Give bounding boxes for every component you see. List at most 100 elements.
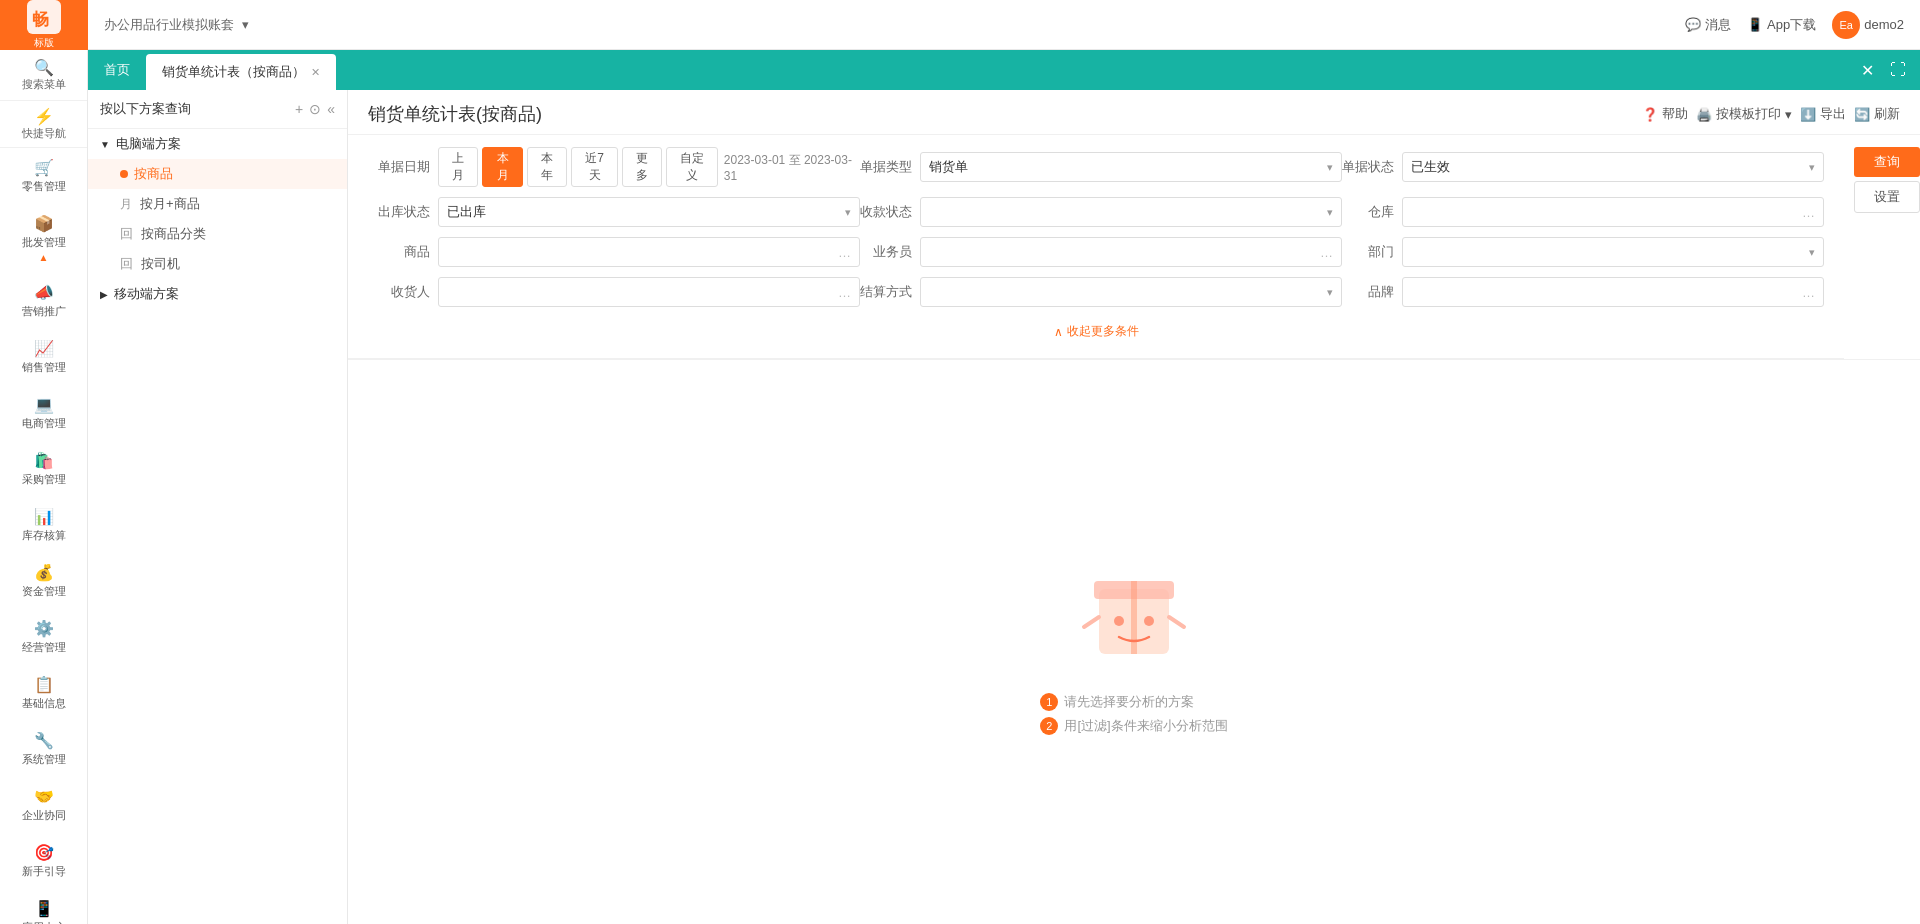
sidebar-item-basic-info[interactable]: 📋 基础信息 [0, 665, 87, 721]
tree-by-printer-label: 按司机 [141, 255, 180, 273]
refresh-button[interactable]: 🔄 刷新 [1854, 105, 1900, 123]
doc-status-select[interactable]: 已生效 ▾ [1402, 152, 1824, 182]
out-status-label: 出库状态 [368, 203, 438, 221]
department-control: ▾ [1402, 237, 1824, 267]
sidebar-item-inventory[interactable]: 📊 库存核算 [0, 497, 87, 553]
date-btn-last-month[interactable]: 上月 [438, 147, 478, 187]
wholesale-icon: 📦 [34, 214, 54, 233]
empty-hint-1: 1 请先选择要分析的方案 [1040, 693, 1227, 711]
receipt-status-select[interactable]: ▾ [920, 197, 1342, 227]
sidebar-item-marketing[interactable]: 📣 营销推广 [0, 273, 87, 329]
svg-point-5 [1114, 616, 1124, 626]
brand-dots[interactable]: … [1802, 285, 1815, 300]
salesperson-control: … [920, 237, 1342, 267]
sidebar-item-retail[interactable]: 🛒 零售管理 [0, 148, 87, 204]
add-scheme-button[interactable]: + [295, 101, 303, 117]
app-download-icon: 📱 [1747, 17, 1763, 32]
date-control: 上月 本月 本年 近7天 更多 自定义 2023-03-01 至 2023-03… [438, 147, 860, 187]
action-bar: 查询 设置 [1844, 135, 1920, 359]
wholesale-label: 批发管理 [22, 235, 66, 250]
salesperson-label: 业务员 [860, 243, 920, 261]
industry-dropdown[interactable]: ▾ [242, 17, 249, 32]
message-button[interactable]: 💬 消息 [1685, 16, 1731, 34]
brand-select[interactable]: … [1402, 277, 1824, 307]
chevron-down-icon: ▾ [242, 17, 249, 32]
print-button[interactable]: 🖨️ 按模板打印 ▾ [1696, 105, 1792, 123]
recipient-select[interactable]: … [438, 277, 860, 307]
close-window-button[interactable]: ✕ [1855, 59, 1880, 82]
system-icon: 🔧 [34, 731, 54, 750]
filter-row-3: 商品 … 业务员 … [368, 237, 1824, 267]
warehouse-select[interactable]: … [1402, 197, 1824, 227]
product-control: … [438, 237, 860, 267]
doc-status-label: 单据状态 [1342, 158, 1402, 176]
help-button[interactable]: ❓ 帮助 [1642, 105, 1688, 123]
out-status-dropdown-icon: ▾ [845, 206, 851, 219]
search-menu-item[interactable]: 🔍 搜索菜单 [0, 50, 87, 101]
message-icon: 💬 [1685, 17, 1701, 32]
receipt-status-dropdown-icon: ▾ [1327, 206, 1333, 219]
sidebar-item-enterprise[interactable]: 🤝 企业协同 [0, 777, 87, 833]
department-select[interactable]: ▾ [1402, 237, 1824, 267]
tree-by-month-product-label: 按月+商品 [140, 195, 200, 213]
tree-node-by-category[interactable]: 回 按商品分类 [88, 219, 347, 249]
tree-pc-parent[interactable]: ▼ 电脑端方案 [88, 129, 347, 159]
date-btn-this-month[interactable]: 本月 [482, 147, 522, 187]
page-header: 销货单统计表(按商品) ❓ 帮助 🖨️ 按模板打印 ▾ ⬇️ 导出 [348, 90, 1920, 135]
product-select[interactable]: … [438, 237, 860, 267]
sidebar-item-newbie[interactable]: 🎯 新手引导 [0, 833, 87, 889]
category-icon: 回 [120, 225, 133, 243]
tab-sales-stats[interactable]: 销货单统计表（按商品） ✕ [146, 54, 336, 90]
search-label: 搜索菜单 [0, 77, 87, 92]
quick-nav-item[interactable]: ⚡ 快捷导航 [0, 101, 87, 148]
left-panel: 按以下方案查询 + ⊙ « ▼ 电脑端方案 按商品 月 按月+商品 [88, 90, 348, 924]
tree-node-by-product[interactable]: 按商品 [88, 159, 347, 189]
tree-by-category-label: 按商品分类 [141, 225, 206, 243]
fullscreen-button[interactable]: ⛶ [1884, 59, 1912, 81]
collapse-panel-button[interactable]: « [327, 101, 335, 117]
receipt-status-control: ▾ [920, 197, 1342, 227]
salesperson-select[interactable]: … [920, 237, 1342, 267]
salesperson-dots[interactable]: … [1320, 245, 1333, 260]
tree-mobile-parent[interactable]: ▶ 移动端方案 [88, 279, 347, 309]
tree-node-by-month-product[interactable]: 月 按月+商品 [88, 189, 347, 219]
collapse-filter-button[interactable]: ∧ 收起更多条件 [368, 317, 1824, 346]
settlement-select[interactable]: ▾ [920, 277, 1342, 307]
left-panel-header: 按以下方案查询 + ⊙ « [88, 90, 347, 129]
out-status-select[interactable]: 已出库 ▾ [438, 197, 860, 227]
app-download-button[interactable]: 📱 App下载 [1747, 16, 1816, 34]
settings-scheme-button[interactable]: ⊙ [309, 101, 321, 117]
user-profile[interactable]: Ea demo2 [1832, 11, 1904, 39]
sidebar-item-wholesale[interactable]: 📦 批发管理 ▲ [0, 204, 87, 273]
settlement-control: ▾ [920, 277, 1342, 307]
warehouse-dots[interactable]: … [1802, 205, 1815, 220]
wholesale-expand-icon: ▲ [39, 252, 49, 263]
left-panel-title: 按以下方案查询 [100, 100, 191, 118]
sidebar-item-ecommerce[interactable]: 💻 电商管理 [0, 385, 87, 441]
query-button[interactable]: 查询 [1854, 147, 1920, 177]
sidebar-item-app-center[interactable]: 📱 应用中心 [0, 889, 87, 924]
tree-node-by-printer[interactable]: 回 按司机 [88, 249, 347, 279]
sidebar-item-operations[interactable]: ⚙️ 经营管理 [0, 609, 87, 665]
app-center-label: 应用中心 [22, 920, 66, 924]
sidebar-item-purchase[interactable]: 🛍️ 采购管理 [0, 441, 87, 497]
product-dots[interactable]: … [838, 245, 851, 260]
hint-1-text: 请先选择要分析的方案 [1064, 693, 1194, 711]
tab-home[interactable]: 首页 [88, 50, 146, 90]
sidebar-item-finance[interactable]: 💰 资金管理 [0, 553, 87, 609]
date-btn-more[interactable]: 更多 [622, 147, 662, 187]
main-wrapper: 办公用品行业模拟账套 ▾ 💬 消息 📱 App下载 Ea demo2 [88, 0, 1920, 924]
date-btn-custom[interactable]: 自定义 [666, 147, 718, 187]
tab-close-icon[interactable]: ✕ [311, 66, 320, 79]
date-btn-7days[interactable]: 近7天 [571, 147, 618, 187]
recipient-dots[interactable]: … [838, 285, 851, 300]
out-status-value: 已出库 [447, 203, 486, 221]
export-button[interactable]: ⬇️ 导出 [1800, 105, 1846, 123]
sidebar-item-system[interactable]: 🔧 系统管理 [0, 721, 87, 777]
avatar-text: Ea [1840, 19, 1853, 31]
settings-button[interactable]: 设置 [1854, 181, 1920, 213]
sidebar-item-sales[interactable]: 📈 销售管理 [0, 329, 87, 385]
date-btn-this-year[interactable]: 本年 [527, 147, 567, 187]
doc-type-select[interactable]: 销货单 ▾ [920, 152, 1342, 182]
hint-1-num: 1 [1040, 693, 1058, 711]
